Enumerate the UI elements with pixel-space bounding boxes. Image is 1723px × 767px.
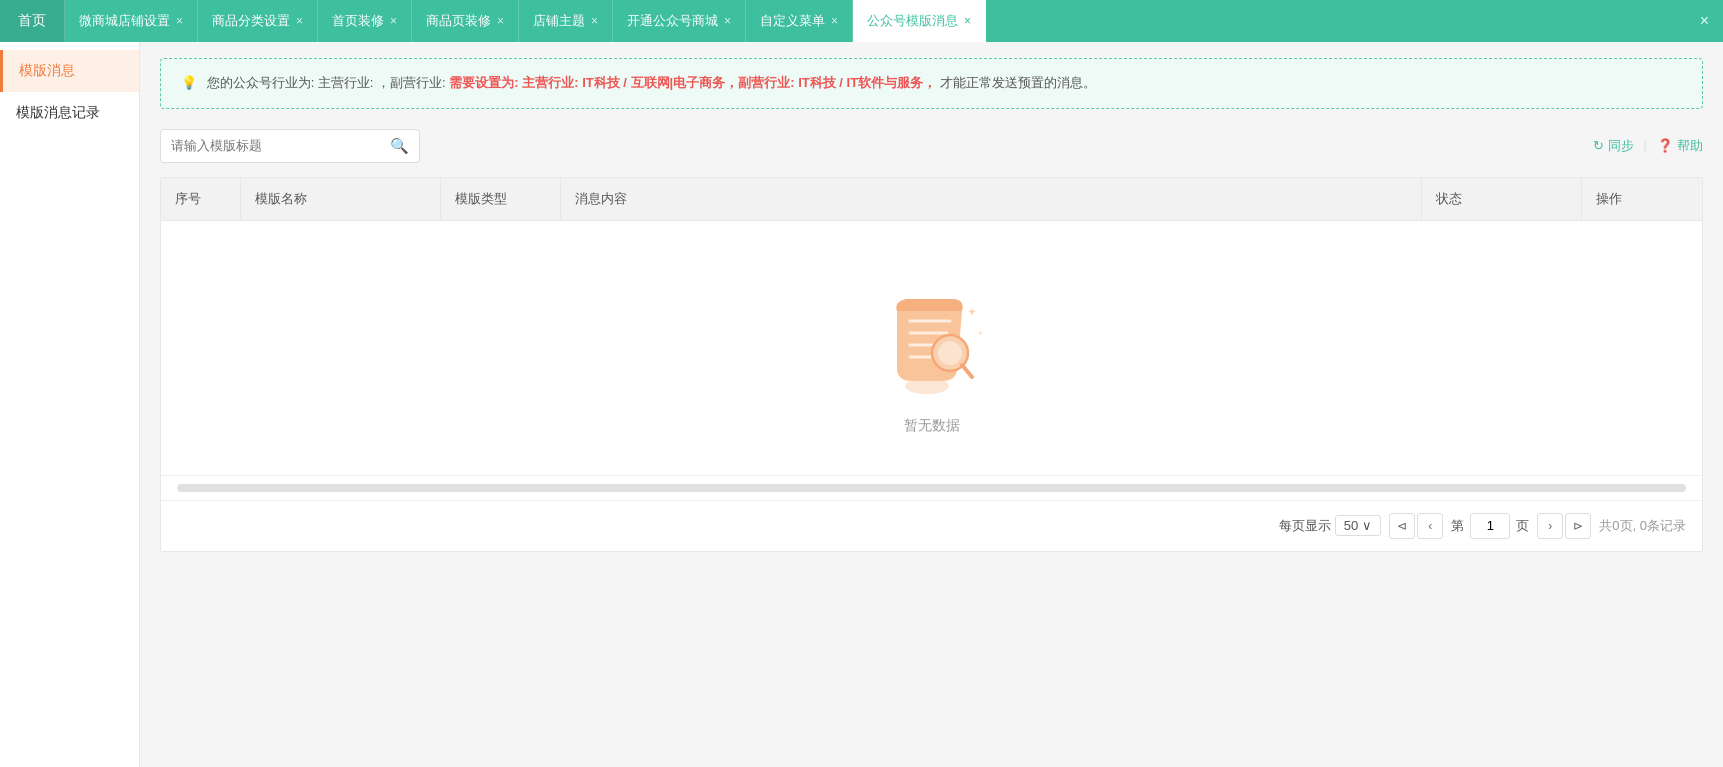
close-homepage-tab[interactable]: ×: [390, 14, 397, 28]
search-icon[interactable]: 🔍: [390, 137, 409, 155]
data-table: 序号 模版名称 模版类型 消息内容 状态 操作: [160, 177, 1703, 552]
theme-tab-label: 店铺主题: [533, 12, 585, 30]
pagination-nav-right: › ⊳: [1537, 513, 1591, 539]
sidebar-item-template-message-record[interactable]: 模版消息记录: [0, 92, 139, 134]
sync-icon: ↻: [1593, 138, 1604, 153]
close-all-tabs[interactable]: ×: [1686, 12, 1723, 30]
search-input[interactable]: [171, 138, 390, 153]
th-index: 序号: [161, 178, 241, 220]
table-header: 序号 模版名称 模版类型 消息内容 状态 操作: [161, 178, 1702, 221]
notice-text2: 才能正常发送预置的消息。: [940, 75, 1096, 90]
page-size-value: 50: [1344, 518, 1358, 533]
nav-tab-weshop[interactable]: 微商城店铺设置 ×: [65, 0, 198, 42]
scrollbar-area: [161, 475, 1702, 500]
sidebar-label-template-message-record: 模版消息记录: [16, 104, 100, 120]
sidebar-item-template-message[interactable]: 模版消息: [0, 50, 139, 92]
nav-tab-home[interactable]: 首页: [0, 0, 65, 42]
nav-tab-homepage[interactable]: 首页装修 ×: [318, 0, 412, 42]
nav-tab-theme[interactable]: 店铺主题 ×: [519, 0, 613, 42]
home-tab-label: 首页: [18, 12, 46, 30]
sync-label: 同步: [1608, 137, 1634, 155]
close-theme-tab[interactable]: ×: [591, 14, 598, 28]
page-suffix-label: 页: [1516, 517, 1529, 535]
help-button[interactable]: ❓ 帮助: [1657, 137, 1703, 155]
top-nav: 首页 微商城店铺设置 × 商品分类设置 × 首页装修 × 商品页装修 × 店铺主…: [0, 0, 1723, 42]
page-size-dropdown[interactable]: 50 ∨: [1335, 515, 1381, 536]
action-divider: |: [1644, 138, 1647, 153]
homepage-tab-label: 首页装修: [332, 12, 384, 30]
wechat-mall-tab-label: 开通公众号商城: [627, 12, 718, 30]
close-weshop-tab[interactable]: ×: [176, 14, 183, 28]
close-wechat-mall-tab[interactable]: ×: [724, 14, 731, 28]
svg-text:✦: ✦: [967, 305, 977, 319]
custom-menu-tab-label: 自定义菜单: [760, 12, 825, 30]
search-bar: 🔍 ↻ 同步 | ❓ 帮助: [160, 129, 1703, 163]
prev-page-button[interactable]: ‹: [1417, 513, 1443, 539]
nav-tab-template-msg[interactable]: 公众号模版消息 ×: [853, 0, 986, 42]
svg-text:✦: ✦: [977, 329, 984, 338]
notice-highlight: 需要设置为: 主营行业: IT科技 / 互联网|电子商务，副营行业: IT科技 …: [449, 75, 936, 90]
notice-icon: 💡: [181, 75, 197, 90]
dropdown-arrow-icon: ∨: [1362, 518, 1372, 533]
nav-tab-custom-menu[interactable]: 自定义菜单 ×: [746, 0, 853, 42]
empty-illustration: ✦ ✦: [872, 281, 992, 401]
productpage-tab-label: 商品页装修: [426, 12, 491, 30]
sync-button[interactable]: ↻ 同步: [1593, 137, 1634, 155]
category-tab-label: 商品分类设置: [212, 12, 290, 30]
th-type: 模版类型: [441, 178, 561, 220]
notice-banner: 💡 您的公众号行业为: 主营行业: ，副营行业: 需要设置为: 主营行业: IT…: [160, 58, 1703, 109]
close-custom-menu-tab[interactable]: ×: [831, 14, 838, 28]
help-label: 帮助: [1677, 137, 1703, 155]
main-layout: 模版消息 模版消息记录 💡 您的公众号行业为: 主营行业: ，副营行业: 需要设…: [0, 42, 1723, 767]
page-size-select: 每页显示 50 ∨: [1279, 515, 1381, 536]
nav-tab-wechat-mall[interactable]: 开通公众号商城 ×: [613, 0, 746, 42]
close-productpage-tab[interactable]: ×: [497, 14, 504, 28]
page-prefix-label: 第: [1451, 517, 1464, 535]
content-area: 💡 您的公众号行业为: 主营行业: ，副营行业: 需要设置为: 主营行业: IT…: [140, 42, 1723, 767]
total-info: 共0页, 0条记录: [1599, 517, 1686, 535]
help-icon: ❓: [1657, 138, 1673, 153]
sidebar: 模版消息 模版消息记录: [0, 42, 140, 767]
sidebar-label-template-message: 模版消息: [19, 62, 75, 78]
page-size-label: 每页显示: [1279, 517, 1331, 535]
close-template-msg-tab[interactable]: ×: [964, 14, 971, 28]
first-page-button[interactable]: ⊲: [1389, 513, 1415, 539]
next-page-button[interactable]: ›: [1537, 513, 1563, 539]
weshop-tab-label: 微商城店铺设置: [79, 12, 170, 30]
notice-text1: 您的公众号行业为: 主营行业: ，副营行业:: [207, 75, 450, 90]
th-status: 状态: [1422, 178, 1582, 220]
horizontal-scrollbar[interactable]: [177, 484, 1686, 492]
empty-text: 暂无数据: [904, 417, 960, 435]
search-input-wrap[interactable]: 🔍: [160, 129, 420, 163]
last-page-button[interactable]: ⊳: [1565, 513, 1591, 539]
template-msg-tab-label: 公众号模版消息: [867, 12, 958, 30]
pagination: 每页显示 50 ∨ ⊲ ‹ 第 页 › ⊳: [161, 500, 1702, 551]
page-number-input[interactable]: [1470, 513, 1510, 539]
close-category-tab[interactable]: ×: [296, 14, 303, 28]
page-input-wrap: 第 页: [1451, 513, 1529, 539]
nav-tab-productpage[interactable]: 商品页装修 ×: [412, 0, 519, 42]
th-name: 模版名称: [241, 178, 441, 220]
nav-tab-category[interactable]: 商品分类设置 ×: [198, 0, 318, 42]
th-content: 消息内容: [561, 178, 1422, 220]
search-actions: ↻ 同步 | ❓ 帮助: [1593, 137, 1703, 155]
th-actions: 操作: [1582, 178, 1702, 220]
empty-state: ✦ ✦ 暂无数据: [161, 221, 1702, 475]
svg-point-6: [938, 341, 962, 365]
svg-line-7: [962, 365, 972, 377]
pagination-nav: ⊲ ‹: [1389, 513, 1443, 539]
